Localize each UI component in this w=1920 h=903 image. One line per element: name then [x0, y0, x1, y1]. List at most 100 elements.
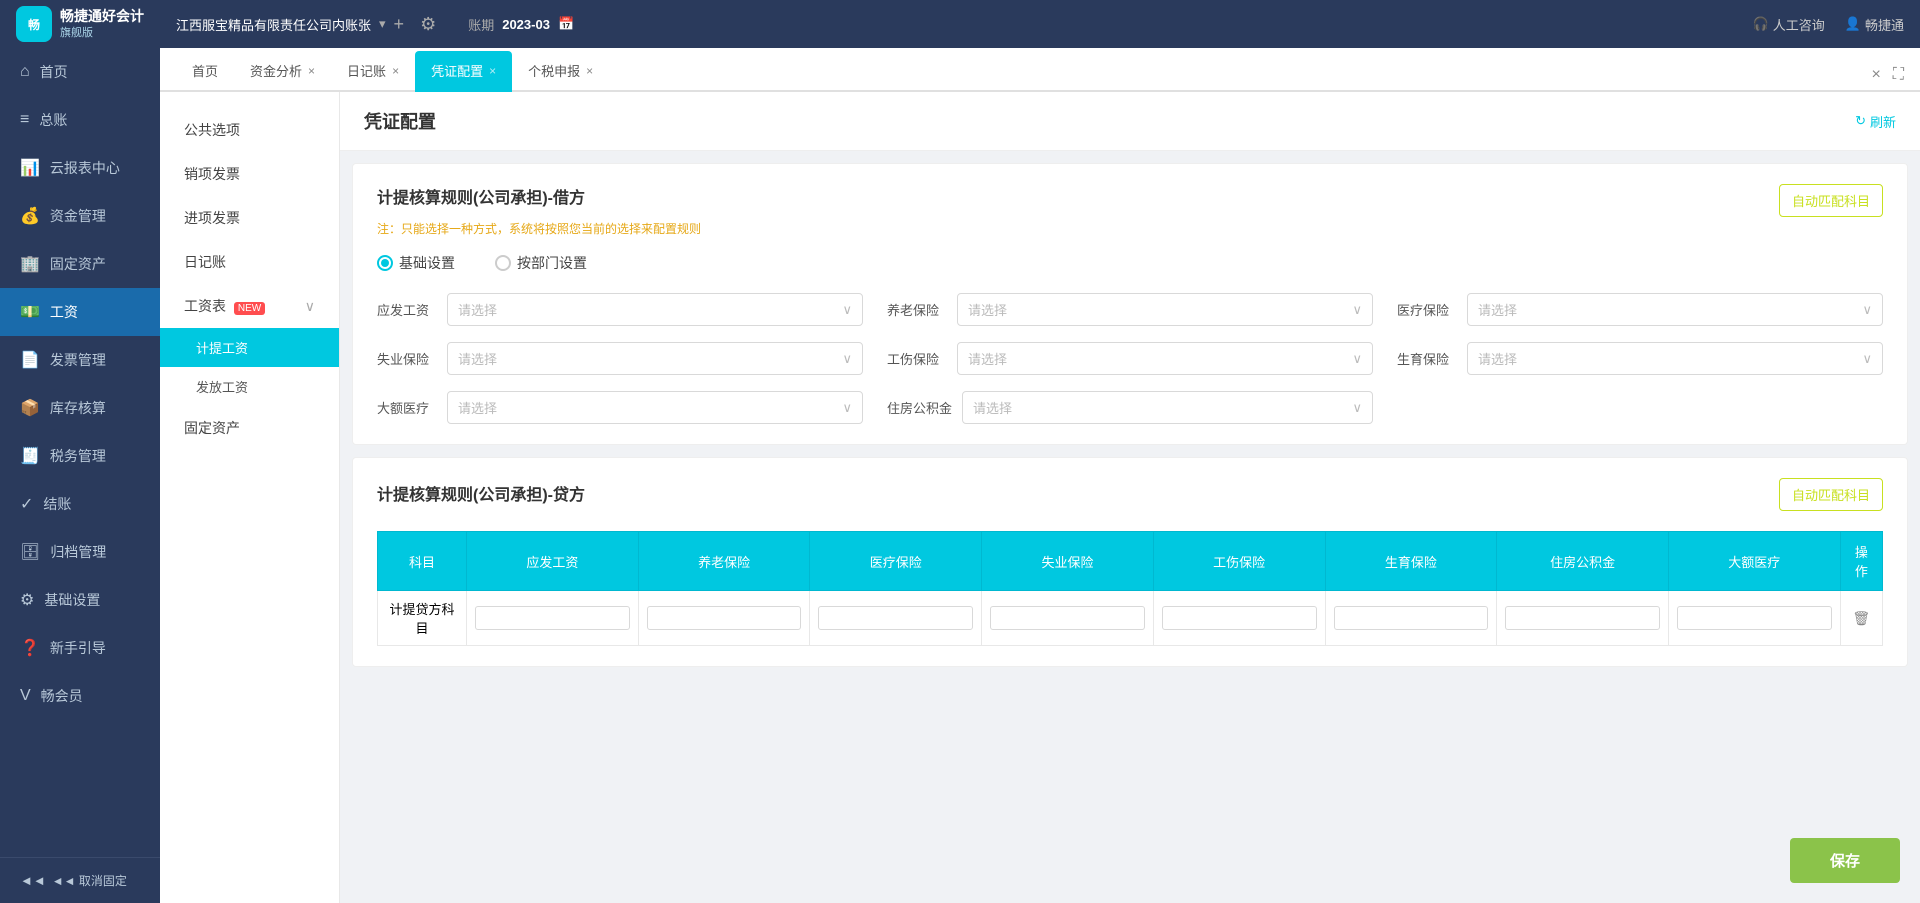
- sidebar-item-settle[interactable]: ✓ 结账: [0, 480, 160, 528]
- select-yingfa-arrow: ∨: [842, 302, 852, 318]
- input-credit-dale[interactable]: [1677, 606, 1832, 630]
- select-yanglao[interactable]: 请选择 ∨: [957, 293, 1373, 326]
- consult-button[interactable]: 🎧 人工咨询: [1753, 15, 1825, 34]
- credit-auto-match-button[interactable]: 自动匹配科目: [1779, 478, 1883, 511]
- add-button[interactable]: +: [386, 14, 413, 35]
- td-delete[interactable]: 🗑: [1840, 591, 1882, 646]
- td-yiliao[interactable]: [810, 591, 982, 646]
- input-credit-shengyu[interactable]: [1334, 606, 1489, 630]
- sidebar-label-settle: 结账: [43, 494, 71, 514]
- debit-auto-match-button[interactable]: 自动匹配科目: [1779, 184, 1883, 217]
- input-credit-zhufang[interactable]: [1505, 606, 1660, 630]
- td-dale[interactable]: [1668, 591, 1840, 646]
- app-logo-icon: 畅: [16, 6, 52, 42]
- tab-voucher-config[interactable]: 凭证配置 ×: [415, 51, 512, 92]
- refresh-button[interactable]: ↻ 刷新: [1855, 112, 1896, 131]
- sidebar-label-archive: 归档管理: [50, 542, 106, 562]
- radio-basic-circle: [377, 255, 393, 271]
- input-credit-shiye[interactable]: [990, 606, 1145, 630]
- radio-basic[interactable]: 基础设置: [377, 253, 455, 273]
- tab-voucher-close[interactable]: ×: [489, 64, 496, 78]
- select-dale-value: 请选择: [458, 398, 497, 417]
- save-button[interactable]: 保存: [1790, 838, 1900, 883]
- th-action: 操作: [1840, 532, 1882, 591]
- form-item-zhufang: 住房公积金 请选择 ∨: [887, 391, 1373, 424]
- sidebar-item-invoice[interactable]: 📄 发票管理: [0, 336, 160, 384]
- logo-area: 畅 畅捷通好会计 旗舰版: [16, 6, 176, 42]
- salary-table-arrow: ∨: [305, 298, 315, 315]
- period-label: 账期: [468, 15, 494, 34]
- main-layout: ⌂ 首页 ≡ 总账 📊 云报表中心 💰 资金管理 🏢 固定资产 💵 工资 📄 发…: [0, 48, 1920, 903]
- input-credit-yingfa[interactable]: [475, 606, 630, 630]
- select-dale[interactable]: 请选择 ∨: [447, 391, 863, 424]
- sidebar-item-assets[interactable]: 🏢 固定资产: [0, 240, 160, 288]
- sidebar-label-inventory: 库存核算: [50, 398, 106, 418]
- delete-row-icon[interactable]: 🗑: [1852, 610, 1870, 626]
- td-zhufang[interactable]: [1497, 591, 1669, 646]
- tab-fund-close[interactable]: ×: [308, 64, 315, 78]
- input-credit-yanglao[interactable]: [647, 606, 802, 630]
- sidebar-label-fund: 资金管理: [50, 206, 106, 226]
- left-nav-journal[interactable]: 日记账: [160, 240, 339, 284]
- select-shengyu[interactable]: 请选择 ∨: [1467, 342, 1883, 375]
- tab-tax-close[interactable]: ×: [586, 64, 593, 78]
- sidebar-item-inventory[interactable]: 📦 库存核算: [0, 384, 160, 432]
- sidebar-label-home: 首页: [40, 62, 68, 82]
- account-area[interactable]: 👤 畅捷通: [1845, 15, 1904, 34]
- td-shiye[interactable]: [982, 591, 1154, 646]
- tax-icon: 🧾: [20, 446, 40, 466]
- left-nav-sales-invoice[interactable]: 销项发票: [160, 152, 339, 196]
- sidebar-item-archive[interactable]: 🗄 归档管理: [0, 528, 160, 576]
- left-nav-fixed-assets[interactable]: 固定资产: [160, 406, 339, 450]
- select-gongshang[interactable]: 请选择 ∨: [957, 342, 1373, 375]
- sidebar-item-fund[interactable]: 💰 资金管理: [0, 192, 160, 240]
- tab-close-all-icon[interactable]: ×: [1871, 66, 1880, 84]
- input-credit-gongshang[interactable]: [1162, 606, 1317, 630]
- select-shiye[interactable]: 请选择 ∨: [447, 342, 863, 375]
- tab-journal[interactable]: 日记账 ×: [331, 51, 415, 92]
- radio-basic-label: 基础设置: [399, 253, 455, 273]
- sidebar-item-salary[interactable]: 💵 工资: [0, 288, 160, 336]
- left-nav-public[interactable]: 公共选项: [160, 108, 339, 152]
- sidebar-item-member[interactable]: V 畅会员: [0, 672, 160, 720]
- left-nav-accrual[interactable]: 计提工资: [160, 328, 339, 367]
- sidebar-item-basic[interactable]: ⚙ 基础设置: [0, 576, 160, 624]
- left-nav-purchase-invoice[interactable]: 进项发票: [160, 196, 339, 240]
- td-shengyu[interactable]: [1325, 591, 1497, 646]
- tab-journal-close[interactable]: ×: [392, 64, 399, 78]
- sidebar-unpin-button[interactable]: ◄◄ ◄◄ 取消固定: [0, 857, 160, 903]
- td-yanglao[interactable]: [638, 591, 810, 646]
- tab-home[interactable]: 首页: [176, 51, 234, 92]
- label-zhufang: 住房公积金: [887, 398, 952, 417]
- calendar-icon[interactable]: 📅: [558, 16, 574, 32]
- radio-dept[interactable]: 按部门设置: [495, 253, 587, 273]
- settings-icon[interactable]: ⚙: [412, 14, 444, 35]
- input-credit-yiliao[interactable]: [818, 606, 973, 630]
- label-shiye: 失业保险: [377, 349, 437, 368]
- sidebar-item-ledger[interactable]: ≡ 总账: [0, 96, 160, 144]
- sidebar-item-tax[interactable]: 🧾 税务管理: [0, 432, 160, 480]
- select-yiliao-value: 请选择: [1478, 300, 1517, 319]
- sidebar-item-report[interactable]: 📊 云报表中心: [0, 144, 160, 192]
- left-nav-pay-salary[interactable]: 发放工资: [160, 367, 339, 406]
- tab-tax-report[interactable]: 个税申报 ×: [512, 51, 609, 92]
- td-yingfa[interactable]: [467, 591, 639, 646]
- archive-icon: 🗄: [20, 542, 40, 562]
- sidebar-item-guide[interactable]: ❓ 新手引导: [0, 624, 160, 672]
- tab-expand-icon[interactable]: ⛶: [1893, 66, 1904, 84]
- form-item-yingfa: 应发工资 请选择 ∨: [377, 293, 863, 326]
- select-yingfa[interactable]: 请选择 ∨: [447, 293, 863, 326]
- left-nav-salary-table[interactable]: 工资表 NEW ∨: [160, 284, 339, 328]
- tab-fund-analysis[interactable]: 资金分析 ×: [234, 51, 331, 92]
- sidebar-label-report: 云报表中心: [50, 158, 120, 178]
- company-selector[interactable]: 江西服宝精品有限责任公司内账张 ▾: [176, 15, 386, 34]
- tab-bar: 首页 资金分析 × 日记账 × 凭证配置 × 个税申报 × × ⛶: [160, 48, 1920, 92]
- period-value[interactable]: 2023-03: [502, 17, 550, 32]
- td-gongshang[interactable]: [1153, 591, 1325, 646]
- th-zhufang: 住房公积金: [1497, 532, 1669, 591]
- fund-icon: 💰: [20, 206, 40, 226]
- sidebar-item-home[interactable]: ⌂ 首页: [0, 48, 160, 96]
- select-zhufang[interactable]: 请选择 ∨: [962, 391, 1373, 424]
- sidebar-label-invoice: 发票管理: [50, 350, 106, 370]
- select-yiliao[interactable]: 请选择 ∨: [1467, 293, 1883, 326]
